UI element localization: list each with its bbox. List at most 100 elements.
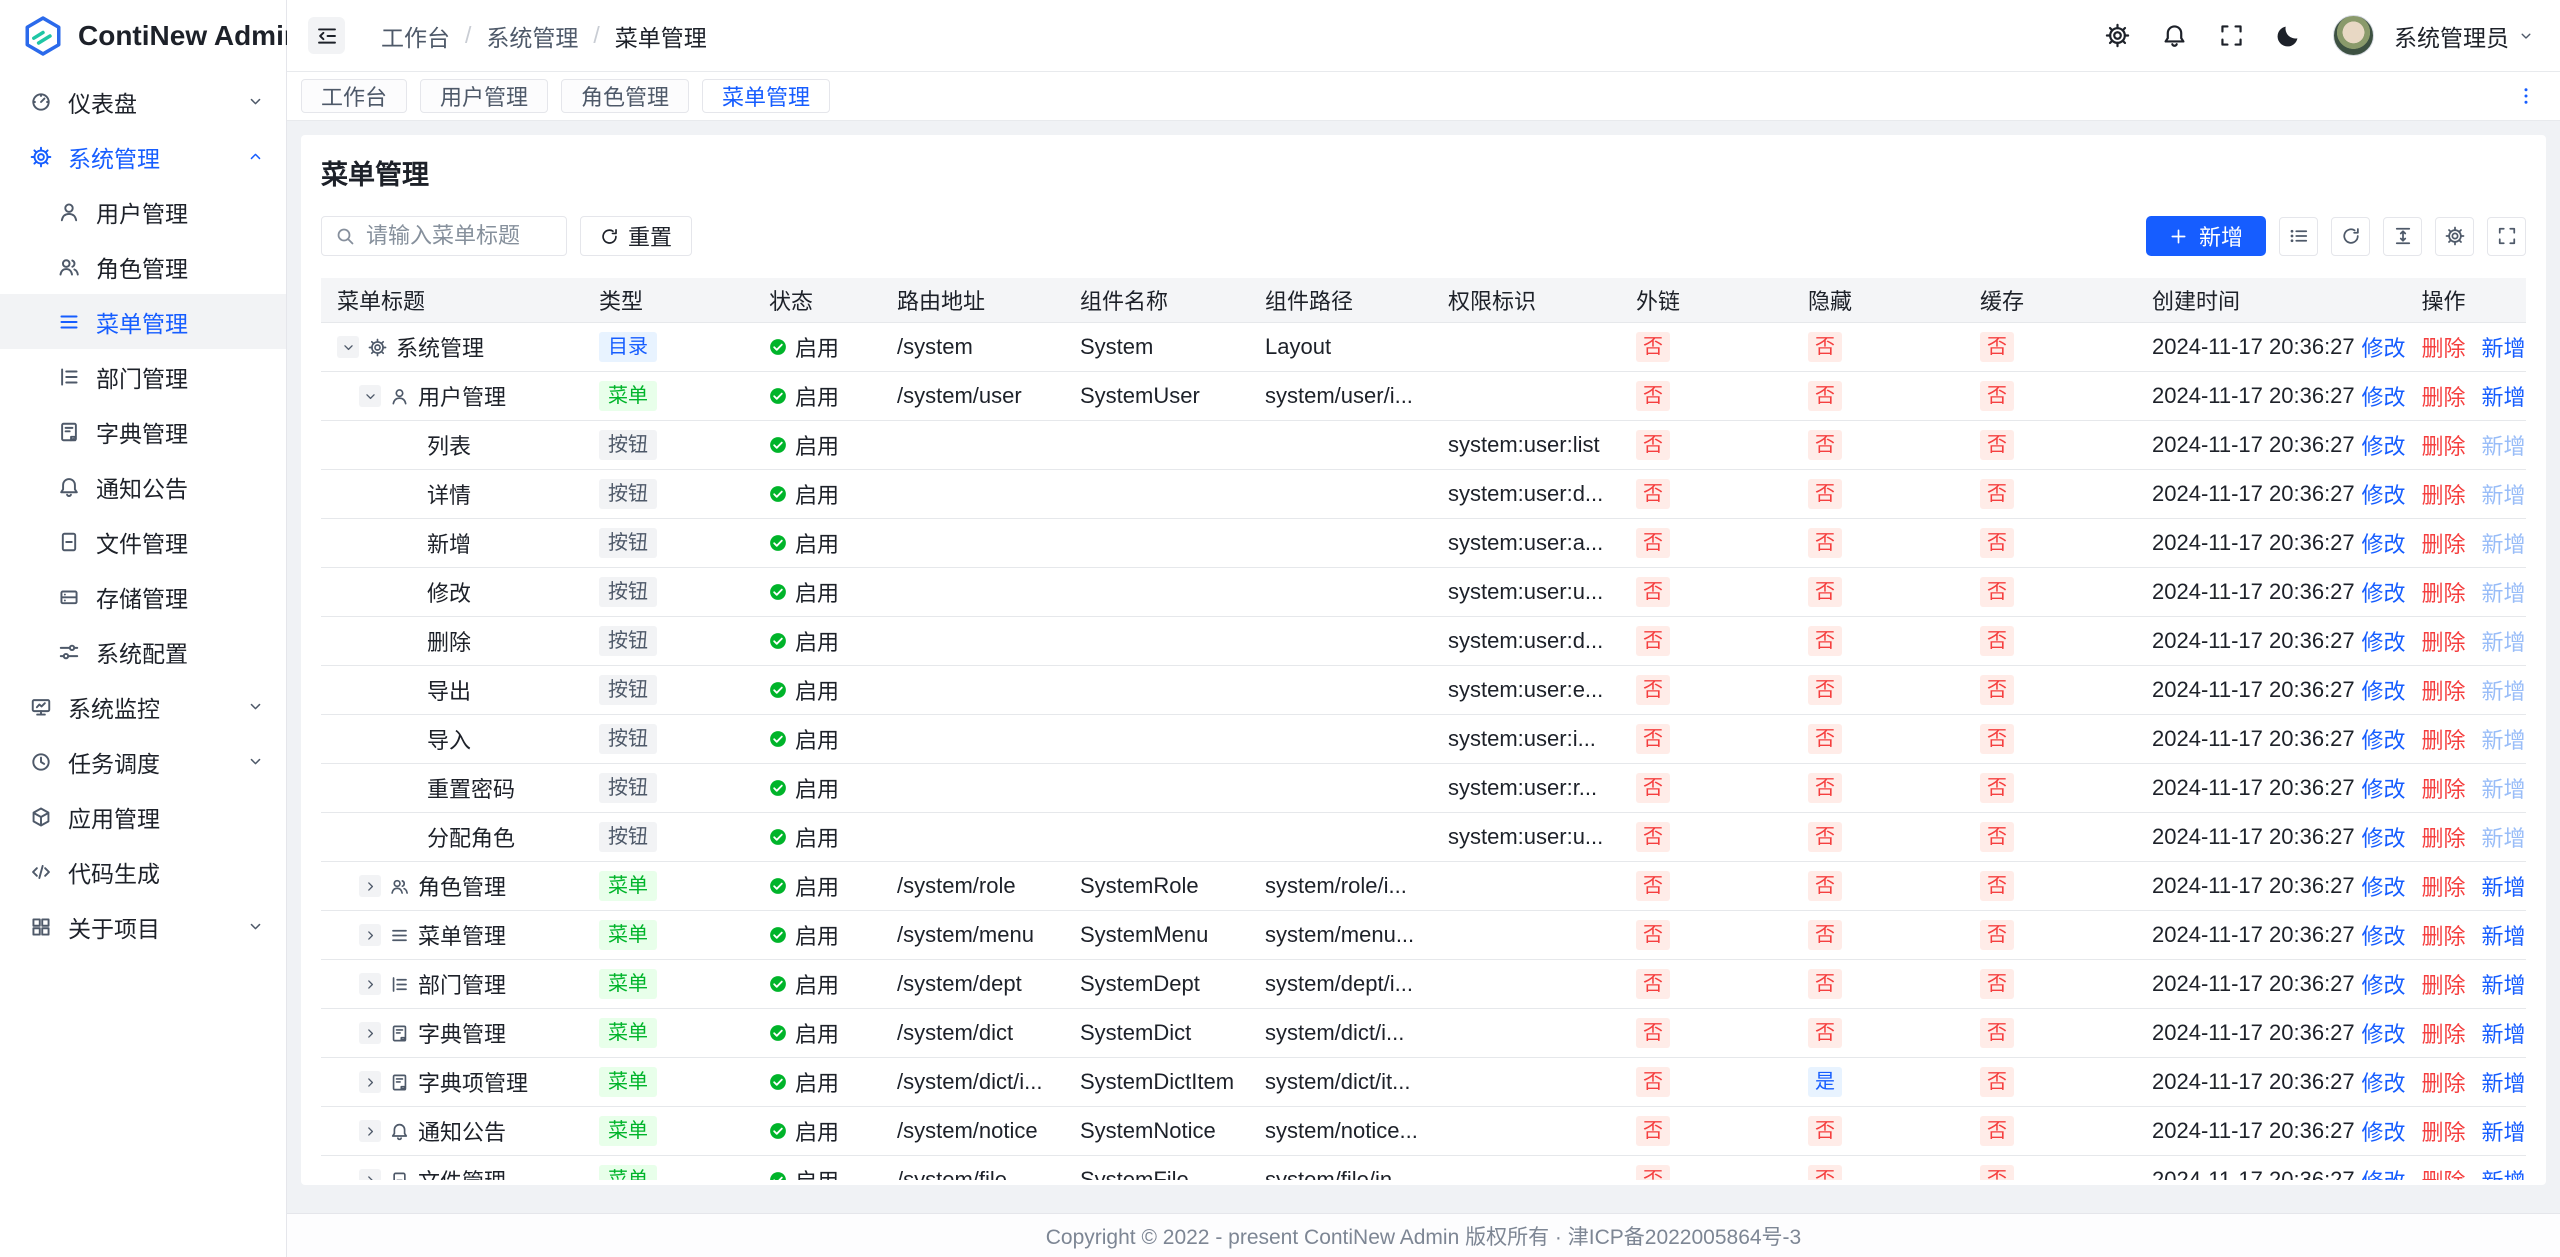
search-input[interactable] xyxy=(364,222,553,250)
delete-link[interactable]: 删除 xyxy=(2422,1164,2466,1180)
edit-link[interactable]: 修改 xyxy=(2361,870,2405,902)
tab-1[interactable]: 用户管理 xyxy=(420,79,548,113)
add-link[interactable]: 新增 xyxy=(2482,527,2526,559)
add-link[interactable]: 新增 xyxy=(2482,429,2526,461)
sidebar-item-0[interactable]: 仪表盘 xyxy=(0,74,286,129)
sidebar-item-14[interactable]: 代码生成 xyxy=(0,844,286,899)
user-menu[interactable]: 系统管理员 xyxy=(2394,19,2534,53)
expand-toggle[interactable] xyxy=(359,1169,381,1180)
sidebar-item-8[interactable]: 文件管理 xyxy=(0,514,286,569)
edit-link[interactable]: 修改 xyxy=(2361,821,2405,853)
collapse-sidebar-button[interactable] xyxy=(308,17,345,54)
add-link[interactable]: 新增 xyxy=(2482,576,2526,608)
delete-link[interactable]: 删除 xyxy=(2422,1017,2466,1049)
add-link[interactable]: 新增 xyxy=(2482,478,2526,510)
delete-link[interactable]: 删除 xyxy=(2422,1066,2466,1098)
kebab-vertical-icon[interactable] xyxy=(2516,86,2536,106)
add-link[interactable]: 新增 xyxy=(2482,723,2526,755)
breadcrumb-item[interactable]: 菜单管理 xyxy=(615,19,707,53)
edit-link[interactable]: 修改 xyxy=(2361,478,2405,510)
delete-link[interactable]: 删除 xyxy=(2422,625,2466,657)
delete-link[interactable]: 删除 xyxy=(2422,478,2466,510)
edit-link[interactable]: 修改 xyxy=(2361,968,2405,1000)
edit-link[interactable]: 修改 xyxy=(2361,380,2405,412)
fullscreen-button[interactable] xyxy=(2487,217,2526,256)
fullscreen-icon[interactable] xyxy=(2219,23,2244,48)
sidebar-item-6[interactable]: 字典管理 xyxy=(0,404,286,459)
delete-link[interactable]: 删除 xyxy=(2422,968,2466,1000)
add-link[interactable]: 新增 xyxy=(2482,1017,2526,1049)
expand-toggle[interactable] xyxy=(359,973,381,995)
bell-icon[interactable] xyxy=(2162,23,2187,48)
edit-link[interactable]: 修改 xyxy=(2361,625,2405,657)
delete-link[interactable]: 删除 xyxy=(2422,576,2466,608)
delete-link[interactable]: 删除 xyxy=(2422,772,2466,804)
tab-0[interactable]: 工作台 xyxy=(301,79,407,113)
avatar[interactable] xyxy=(2333,15,2374,56)
search-box[interactable] xyxy=(321,216,567,256)
delete-link[interactable]: 删除 xyxy=(2422,821,2466,853)
add-link[interactable]: 新增 xyxy=(2482,821,2526,853)
logo[interactable]: ContiNew Admin xyxy=(0,0,286,72)
expand-toggle[interactable] xyxy=(337,336,359,358)
delete-link[interactable]: 删除 xyxy=(2422,870,2466,902)
sidebar-item-4[interactable]: 菜单管理 xyxy=(0,294,286,349)
edit-link[interactable]: 修改 xyxy=(2361,1164,2405,1180)
edit-link[interactable]: 修改 xyxy=(2361,527,2405,559)
expand-toggle[interactable] xyxy=(359,875,381,897)
edit-link[interactable]: 修改 xyxy=(2361,723,2405,755)
expand-toggle[interactable] xyxy=(359,385,381,407)
sidebar-item-1[interactable]: 系统管理 xyxy=(0,129,286,184)
edit-link[interactable]: 修改 xyxy=(2361,331,2405,363)
add-link[interactable]: 新增 xyxy=(2482,968,2526,1000)
settings-button[interactable] xyxy=(2435,217,2474,256)
sidebar-item-12[interactable]: 任务调度 xyxy=(0,734,286,789)
edit-link[interactable]: 修改 xyxy=(2361,1115,2405,1147)
sidebar-item-15[interactable]: 关于项目 xyxy=(0,899,286,954)
sidebar-item-2[interactable]: 用户管理 xyxy=(0,184,286,239)
breadcrumb-item[interactable]: 系统管理 xyxy=(486,19,578,53)
expand-toggle[interactable] xyxy=(359,1071,381,1093)
delete-link[interactable]: 删除 xyxy=(2422,331,2466,363)
add-link[interactable]: 新增 xyxy=(2482,1066,2526,1098)
delete-link[interactable]: 删除 xyxy=(2422,1115,2466,1147)
line-height-button[interactable] xyxy=(2383,217,2422,256)
delete-link[interactable]: 删除 xyxy=(2422,723,2466,755)
add-link[interactable]: 新增 xyxy=(2482,380,2526,412)
sidebar-item-13[interactable]: 应用管理 xyxy=(0,789,286,844)
delete-link[interactable]: 删除 xyxy=(2422,919,2466,951)
edit-link[interactable]: 修改 xyxy=(2361,429,2405,461)
delete-link[interactable]: 删除 xyxy=(2422,674,2466,706)
list-view-button[interactable] xyxy=(2279,217,2318,256)
delete-link[interactable]: 删除 xyxy=(2422,527,2466,559)
edit-link[interactable]: 修改 xyxy=(2361,919,2405,951)
sidebar-item-7[interactable]: 通知公告 xyxy=(0,459,286,514)
edit-link[interactable]: 修改 xyxy=(2361,772,2405,804)
add-link[interactable]: 新增 xyxy=(2482,331,2526,363)
sidebar-item-5[interactable]: 部门管理 xyxy=(0,349,286,404)
sidebar-item-11[interactable]: 系统监控 xyxy=(0,679,286,734)
edit-link[interactable]: 修改 xyxy=(2361,576,2405,608)
expand-toggle[interactable] xyxy=(359,924,381,946)
sidebar-item-3[interactable]: 角色管理 xyxy=(0,239,286,294)
settings-icon[interactable] xyxy=(2105,23,2130,48)
add-link[interactable]: 新增 xyxy=(2482,772,2526,804)
add-link[interactable]: 新增 xyxy=(2482,625,2526,657)
edit-link[interactable]: 修改 xyxy=(2361,1017,2405,1049)
expand-toggle[interactable] xyxy=(359,1022,381,1044)
delete-link[interactable]: 删除 xyxy=(2422,380,2466,412)
sidebar-item-10[interactable]: 系统配置 xyxy=(0,624,286,679)
breadcrumb-item[interactable]: 工作台 xyxy=(381,19,450,53)
reset-button[interactable]: 重置 xyxy=(580,216,692,256)
add-button[interactable]: 新增 xyxy=(2146,216,2266,256)
refresh-button[interactable] xyxy=(2331,217,2370,256)
add-link[interactable]: 新增 xyxy=(2482,1115,2526,1147)
moon-icon[interactable] xyxy=(2276,23,2301,48)
edit-link[interactable]: 修改 xyxy=(2361,1066,2405,1098)
tab-2[interactable]: 角色管理 xyxy=(561,79,689,113)
tab-3[interactable]: 菜单管理 xyxy=(702,79,830,113)
sidebar-item-9[interactable]: 存储管理 xyxy=(0,569,286,624)
delete-link[interactable]: 删除 xyxy=(2422,429,2466,461)
edit-link[interactable]: 修改 xyxy=(2361,674,2405,706)
expand-toggle[interactable] xyxy=(359,1120,381,1142)
